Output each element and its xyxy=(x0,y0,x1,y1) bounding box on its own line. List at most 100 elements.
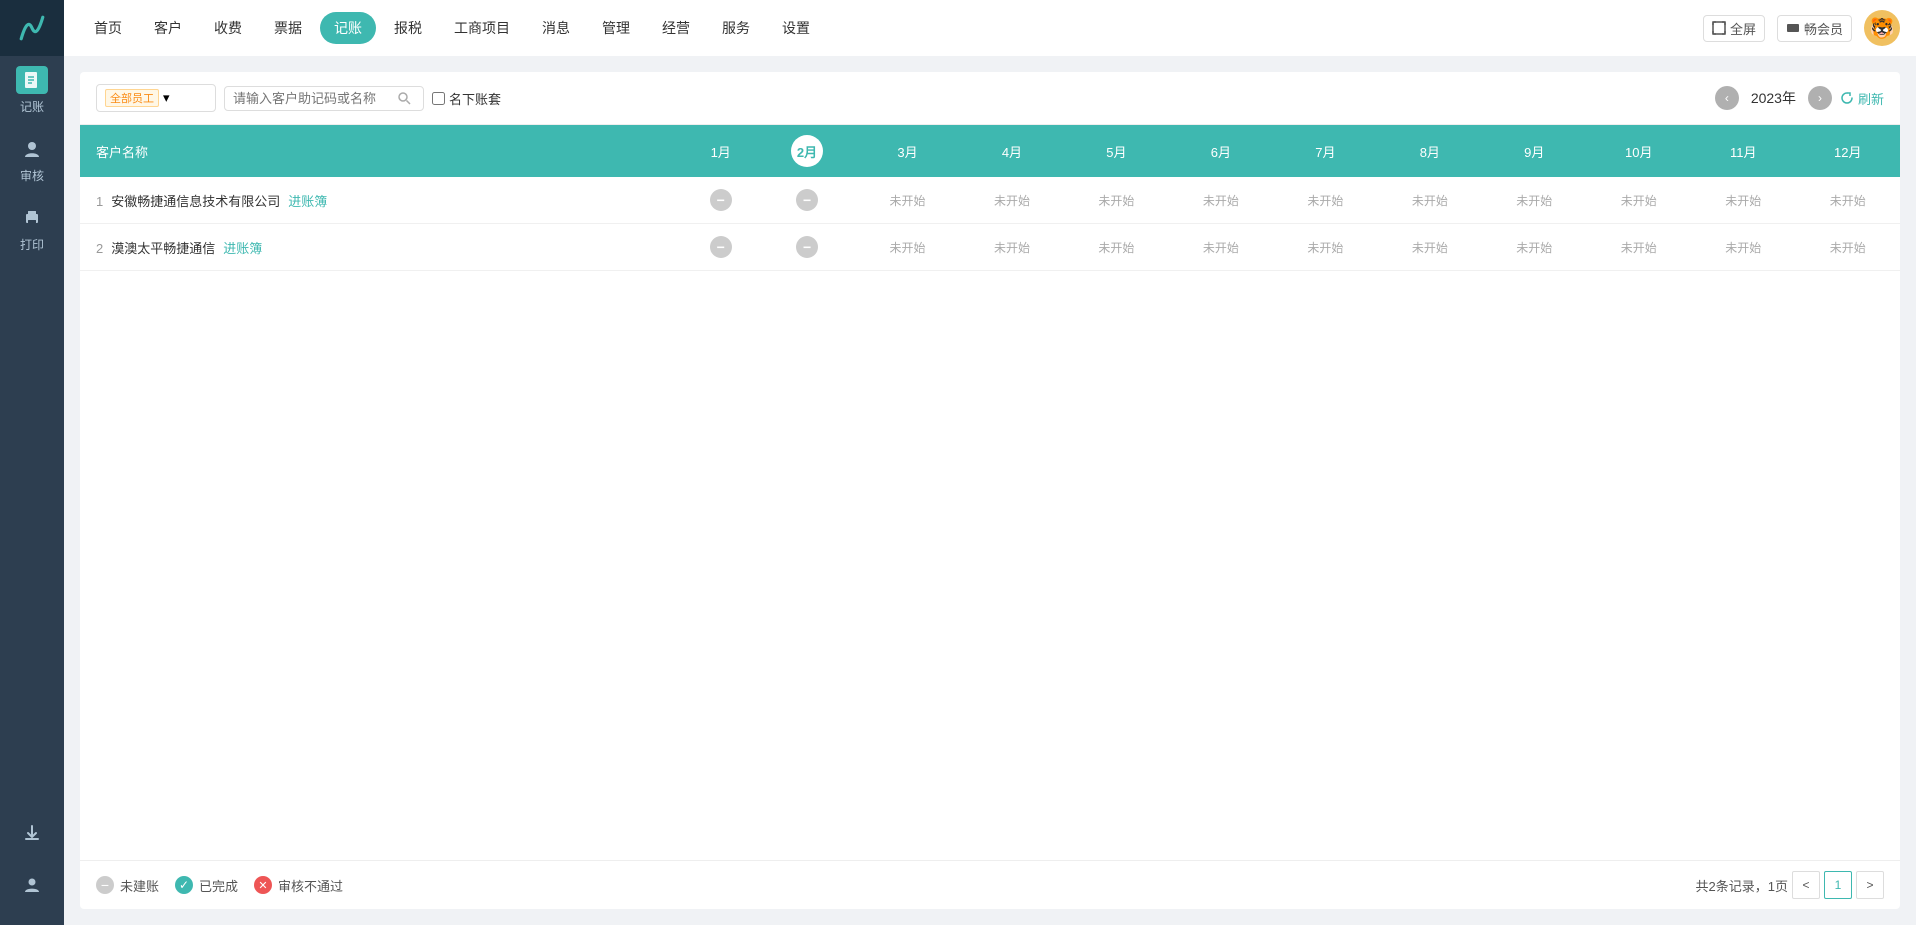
status-dash-icon: − xyxy=(710,189,732,211)
month-cell-8: 未开始 xyxy=(1378,224,1482,271)
sidebar: 记账 审核 打印 xyxy=(0,0,64,925)
month-cell-7: 未开始 xyxy=(1273,224,1377,271)
search-icon xyxy=(397,91,411,105)
legend-dot-gray: − xyxy=(96,876,114,894)
sidebar-item-user[interactable] xyxy=(0,861,64,909)
col-m12: 12月 xyxy=(1795,125,1900,177)
year-nav: ‹ 2023年 › xyxy=(1715,86,1832,110)
month-cell-5: 未开始 xyxy=(1064,177,1168,224)
nav-home[interactable]: 首页 xyxy=(80,12,136,44)
topbar-nav: 首页 客户 收费 票据 记账 报税 工商项目 消息 管理 经营 服务 设置 xyxy=(80,12,1703,44)
status-dash-icon: − xyxy=(796,189,818,211)
fullscreen-button[interactable]: 全屏 xyxy=(1703,15,1765,42)
col-m9: 9月 xyxy=(1482,125,1586,177)
month-cell-9: 未开始 xyxy=(1482,224,1586,271)
nav-management[interactable]: 管理 xyxy=(588,12,644,44)
vip-button[interactable]: 畅会员 xyxy=(1777,15,1852,42)
search-input[interactable] xyxy=(233,91,393,106)
legend-rejected: ✕ 审核不通过 xyxy=(254,876,343,895)
nav-billing[interactable]: 收费 xyxy=(200,12,256,44)
legend-dot-teal: ✓ xyxy=(175,876,193,894)
legend-label-completed: 已完成 xyxy=(199,876,238,895)
row-name-cell: 1 安徽畅捷通信息技术有限公司进账簿 xyxy=(80,177,683,224)
month-cell-1[interactable]: − xyxy=(683,224,759,271)
month-cell-4: 未开始 xyxy=(960,177,1064,224)
checkbox-text: 名下账套 xyxy=(449,89,501,108)
month-cell-10: 未开始 xyxy=(1587,224,1691,271)
month-cell-12: 未开始 xyxy=(1795,224,1900,271)
nav-invoices[interactable]: 票据 xyxy=(260,12,316,44)
employee-select[interactable]: 全部员工 ▾ xyxy=(96,84,216,112)
sidebar-item-audit[interactable]: 审核 xyxy=(0,125,64,194)
audit-icon xyxy=(16,135,48,163)
refresh-button[interactable]: 刷新 xyxy=(1840,89,1884,108)
footer: − 未建账 ✓ 已完成 ✕ 审核不通过 共2条记录，1页 < 1 > xyxy=(80,860,1900,909)
row-num: 2 xyxy=(96,241,103,256)
month-cell-12: 未开始 xyxy=(1795,177,1900,224)
col-m6: 6月 xyxy=(1169,125,1273,177)
sidebar-item-download[interactable] xyxy=(0,809,64,857)
month-cell-2[interactable]: − xyxy=(759,177,855,224)
next-year-button[interactable]: › xyxy=(1808,86,1832,110)
month-cell-6: 未开始 xyxy=(1169,224,1273,271)
month-cell-3: 未开始 xyxy=(855,224,959,271)
sidebar-print-label: 打印 xyxy=(20,236,44,253)
main-card: 全部员工 ▾ 名下账套 ‹ 2023年 › xyxy=(80,72,1900,909)
col-m5: 5月 xyxy=(1064,125,1168,177)
month-cell-2[interactable]: − xyxy=(759,224,855,271)
employee-tag: 全部员工 xyxy=(105,89,159,107)
vip-label: 畅会员 xyxy=(1804,19,1843,38)
toolbar: 全部员工 ▾ 名下账套 ‹ 2023年 › xyxy=(80,72,1900,125)
sidebar-logo xyxy=(0,0,64,56)
checkbox-accounts[interactable] xyxy=(432,92,445,105)
legend-completed: ✓ 已完成 xyxy=(175,876,238,895)
year-label: 2023年 xyxy=(1751,88,1796,108)
month-cell-10: 未开始 xyxy=(1587,177,1691,224)
sidebar-item-print[interactable]: 打印 xyxy=(0,194,64,263)
nav-operations[interactable]: 经营 xyxy=(648,12,704,44)
col-m11: 11月 xyxy=(1691,125,1795,177)
enter-ledger-link[interactable]: 进账簿 xyxy=(223,241,262,256)
next-page-button[interactable]: > xyxy=(1856,871,1884,899)
col-m10: 10月 xyxy=(1587,125,1691,177)
row-name-cell: 2漠澳太平畅捷通信进账簿 xyxy=(80,224,683,271)
status-dash-icon: − xyxy=(710,236,732,258)
row-num: 1 xyxy=(96,194,103,209)
month-cell-11: 未开始 xyxy=(1691,224,1795,271)
month-cell-11: 未开始 xyxy=(1691,177,1795,224)
dropdown-arrow-icon: ▾ xyxy=(163,90,170,106)
main-table: 客户名称 1月 2月 3月 4月 5月 6月 7月 8月 9月 xyxy=(80,125,1900,271)
legend-dot-red: ✕ xyxy=(254,876,272,894)
col-m1: 1月 xyxy=(683,125,759,177)
download-icon xyxy=(16,819,48,847)
nav-customers[interactable]: 客户 xyxy=(140,12,196,44)
legend-label-not-started: 未建账 xyxy=(120,876,159,895)
main-area: 首页 客户 收费 票据 记账 报税 工商项目 消息 管理 经营 服务 设置 xyxy=(64,0,1916,925)
nav-services[interactable]: 服务 xyxy=(708,12,764,44)
checkbox-label[interactable]: 名下账套 xyxy=(432,89,501,108)
page-1-button[interactable]: 1 xyxy=(1824,871,1852,899)
fullscreen-label: 全屏 xyxy=(1730,19,1756,38)
sidebar-audit-label: 审核 xyxy=(20,167,44,184)
avatar[interactable]: 🐯 xyxy=(1864,10,1900,46)
month-cell-3: 未开始 xyxy=(855,177,959,224)
month-cell-5: 未开始 xyxy=(1064,224,1168,271)
sidebar-bookkeeping-label: 记账 xyxy=(20,98,44,115)
nav-settings[interactable]: 设置 xyxy=(768,12,824,44)
month-cell-1[interactable]: − xyxy=(683,177,759,224)
company-name: 安徽畅捷通信息技术有限公司 xyxy=(111,194,280,209)
nav-tax[interactable]: 报税 xyxy=(380,12,436,44)
sidebar-item-bookkeeping[interactable]: 记账 xyxy=(0,56,64,125)
pagination-info: 共2条记录，1页 xyxy=(1696,876,1788,895)
nav-accounting[interactable]: 记账 xyxy=(320,12,376,44)
prev-page-button[interactable]: < xyxy=(1792,871,1820,899)
enter-ledger-link[interactable]: 进账簿 xyxy=(288,194,327,209)
nav-messages[interactable]: 消息 xyxy=(528,12,584,44)
prev-year-button[interactable]: ‹ xyxy=(1715,86,1739,110)
month-cell-8: 未开始 xyxy=(1378,177,1482,224)
col-m2: 2月 xyxy=(759,125,855,177)
col-name: 客户名称 xyxy=(80,125,683,177)
col-m3: 3月 xyxy=(855,125,959,177)
nav-business[interactable]: 工商项目 xyxy=(440,12,524,44)
topbar-right: 全屏 畅会员 🐯 xyxy=(1703,10,1900,46)
